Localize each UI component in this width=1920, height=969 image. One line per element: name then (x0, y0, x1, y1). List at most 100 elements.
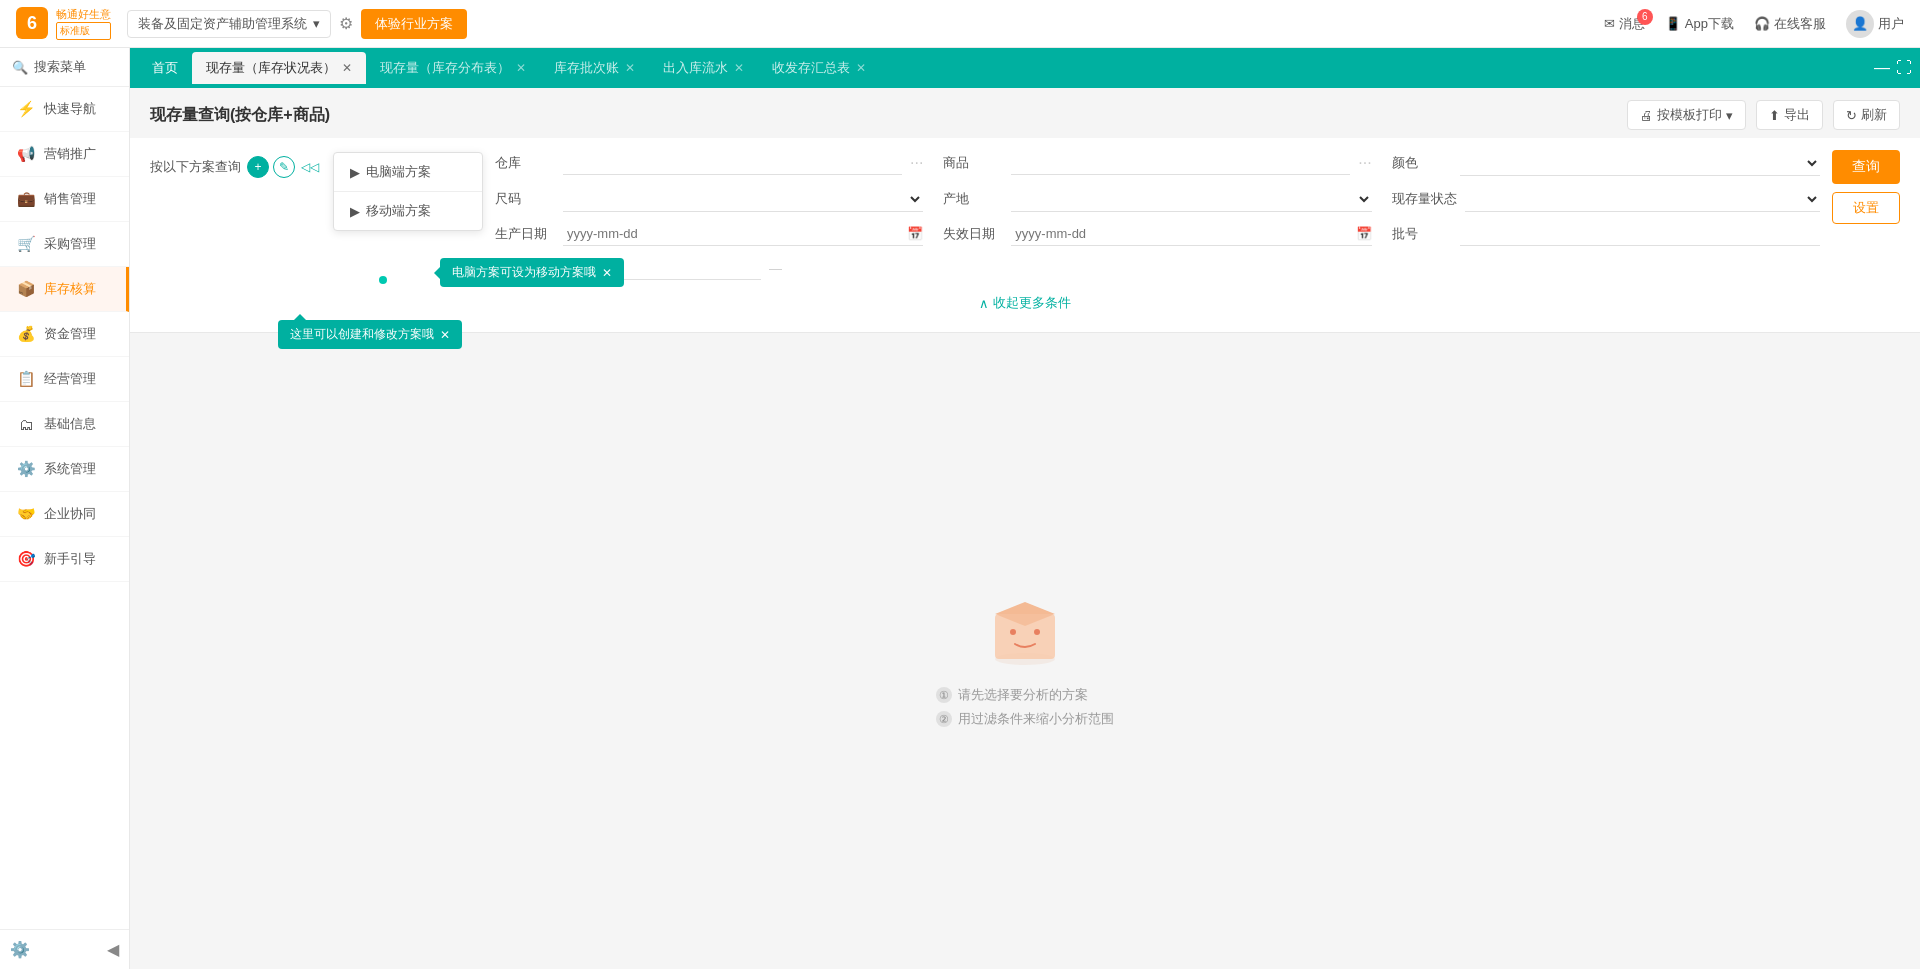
sidebar-item-sales[interactable]: 💼 销售管理 (0, 177, 129, 222)
tab-controls: — ⛶ (1874, 59, 1912, 77)
tab-inout-flow[interactable]: 出入库流水 ✕ (649, 52, 758, 84)
system-selector[interactable]: 装备及固定资产辅助管理系统 ▾ (127, 10, 331, 38)
expire-date-calendar-icon[interactable]: 📅 (1356, 226, 1372, 241)
warehouse-dots[interactable]: ··· (910, 154, 923, 172)
tab-summary[interactable]: 收发存汇总表 ✕ (758, 52, 880, 84)
chevron-down-icon: ▾ (1726, 108, 1733, 123)
inventory-status-field: 现存量状态 (1392, 186, 1820, 212)
scheme-selector-area: 按以下方案查询 + ✎ ◁◁ (150, 150, 321, 178)
sidebar-nav: ⚡ 快速导航 📢 营销推广 💼 销售管理 🛒 采购管理 📦 库存核算 (0, 87, 129, 929)
produce-date-input[interactable] (563, 222, 907, 245)
tab-inventory-dist[interactable]: 现存量（库存分布表） ✕ (366, 52, 540, 84)
tooltip-scheme-close[interactable]: ✕ (440, 328, 450, 342)
tab-inventory-status[interactable]: 现存量（库存状况表） ✕ (192, 52, 366, 84)
tab-summary-label: 收发存汇总表 (772, 59, 850, 77)
tab-batch[interactable]: 库存批次账 ✕ (540, 52, 649, 84)
color-select[interactable] (1460, 150, 1820, 176)
collapse-button[interactable]: ∧ 收起更多条件 (979, 294, 1071, 312)
inventory-status-label: 现存量状态 (1392, 190, 1457, 208)
settings-button[interactable]: 设置 (1832, 192, 1900, 224)
size-select[interactable] (563, 186, 923, 212)
sidebar-settings-button[interactable]: ⚙️ (10, 940, 30, 959)
origin-label: 产地 (943, 190, 1003, 208)
empty-state: ① 请先选择要分析的方案 ② 用过滤条件来缩小分析范围 (130, 333, 1920, 969)
tooltip-add-close[interactable]: ✕ (602, 266, 612, 280)
header-right: ✉ 消息 6 📱 App下载 🎧 在线客服 👤 用户 (1604, 10, 1904, 38)
marketing-icon: 📢 (16, 144, 36, 164)
tab-summary-close[interactable]: ✕ (856, 61, 866, 75)
back-scheme-button[interactable]: ◁◁ (299, 156, 321, 178)
message-item[interactable]: ✉ 消息 6 (1604, 15, 1645, 33)
produce-date-field: 生产日期 📅 (495, 222, 923, 246)
expire-date-label: 失效日期 (943, 225, 1003, 243)
scheme-item-desktop[interactable]: ▶ 电脑端方案 (334, 157, 482, 187)
produce-date-calendar-icon[interactable]: 📅 (907, 226, 923, 241)
operation-icon: 📋 (16, 369, 36, 389)
tab-maximize-button[interactable]: ⛶ (1896, 59, 1912, 77)
guide-icon: 🎯 (16, 549, 36, 569)
sidebar-item-inventory-label: 库存核算 (44, 280, 96, 298)
tab-home[interactable]: 首页 (138, 52, 192, 84)
user-item[interactable]: 👤 用户 (1846, 10, 1904, 38)
empty-tips: ① 请先选择要分析的方案 ② 用过滤条件来缩小分析范围 (936, 686, 1114, 728)
sidebar-item-enterprise[interactable]: 🤝 企业协同 (0, 492, 129, 537)
scheme-item-mobile[interactable]: ▶ 移动端方案 (334, 196, 482, 226)
sidebar-item-finance-label: 资金管理 (44, 325, 96, 343)
sidebar-item-guide[interactable]: 🎯 新手引导 (0, 537, 129, 582)
purchase-icon: 🛒 (16, 234, 36, 254)
top-header: 6 畅通好生意 标准版 装备及固定资产辅助管理系统 ▾ ⚙ 体验行业方案 ✉ 消… (0, 0, 1920, 48)
tab-inventory-status-close[interactable]: ✕ (342, 61, 352, 75)
goods-dots[interactable]: ··· (1358, 154, 1371, 172)
online-service-item[interactable]: 🎧 在线客服 (1754, 15, 1826, 33)
warehouse-input[interactable] (563, 151, 902, 175)
sidebar-item-system-label: 系统管理 (44, 460, 96, 478)
color-label: 颜色 (1392, 154, 1452, 172)
refresh-button[interactable]: ↻ 刷新 (1833, 100, 1900, 130)
system-icon: ⚙️ (16, 459, 36, 479)
app-container: 6 畅通好生意 标准版 装备及固定资产辅助管理系统 ▾ ⚙ 体验行业方案 ✉ 消… (0, 0, 1920, 969)
tooltip-add-text: 电脑方案可设为移动方案哦 (452, 264, 596, 281)
sidebar-item-basic[interactable]: 🗂 基础信息 (0, 402, 129, 447)
export-icon: ⬆ (1769, 108, 1780, 123)
edit-scheme-button[interactable]: ✎ (273, 156, 295, 178)
scheme-edit-tooltip: 这里可以创建和修改方案哦 ✕ (278, 320, 462, 349)
export-button[interactable]: ⬆ 导出 (1756, 100, 1823, 130)
inventory-dash: — (769, 261, 782, 276)
sidebar-item-system[interactable]: ⚙️ 系统管理 (0, 447, 129, 492)
tab-inout-flow-close[interactable]: ✕ (734, 61, 744, 75)
size-label: 尺码 (495, 190, 555, 208)
template-print-button[interactable]: 🖨 按模板打印 ▾ (1627, 100, 1746, 130)
sidebar-item-guide-label: 新手引导 (44, 550, 96, 568)
empty-illustration (975, 574, 1075, 674)
sidebar-item-quick-nav[interactable]: ⚡ 快速导航 (0, 87, 129, 132)
add-scheme-button[interactable]: + (247, 156, 269, 178)
sidebar-item-operation[interactable]: 📋 经营管理 (0, 357, 129, 402)
sidebar-item-search[interactable]: 🔍 搜索菜单 (0, 48, 129, 87)
page-header: 现存量查询(按仓库+商品) 🖨 按模板打印 ▾ ⬆ 导出 ↻ 刷新 (130, 88, 1920, 138)
sidebar-collapse-button[interactable]: ◀ (107, 940, 119, 959)
origin-select[interactable] (1011, 186, 1371, 212)
page-title: 现存量查询(按仓库+商品) (150, 105, 330, 126)
refresh-label: 刷新 (1861, 106, 1887, 124)
tab-inventory-dist-close[interactable]: ✕ (516, 61, 526, 75)
scheme-mobile-arrow: ▶ (350, 204, 360, 219)
empty-tip-2: ② 用过滤条件来缩小分析范围 (936, 710, 1114, 728)
goods-input[interactable] (1011, 151, 1350, 175)
query-section: 查询 设置 (1832, 150, 1900, 224)
filter-fields-area: 仓库 ··· 商品 ··· (495, 150, 1820, 286)
batch-no-input[interactable] (1460, 222, 1820, 246)
sidebar-item-inventory[interactable]: 📦 库存核算 (0, 267, 129, 312)
query-button[interactable]: 查询 (1832, 150, 1900, 184)
inventory-status-select[interactable] (1465, 186, 1820, 212)
tab-batch-close[interactable]: ✕ (625, 61, 635, 75)
app-download-item[interactable]: 📱 App下载 (1665, 15, 1734, 33)
sidebar-item-purchase[interactable]: 🛒 采购管理 (0, 222, 129, 267)
expire-date-input[interactable] (1011, 222, 1355, 245)
experience-button[interactable]: 体验行业方案 (361, 9, 467, 39)
sidebar-item-marketing[interactable]: 📢 营销推广 (0, 132, 129, 177)
gear-button[interactable]: ⚙ (331, 9, 361, 39)
sidebar-item-finance[interactable]: 💰 资金管理 (0, 312, 129, 357)
tooltip-scheme-text: 这里可以创建和修改方案哦 (290, 326, 434, 343)
inventory-icon: 📦 (16, 279, 36, 299)
tab-minimize-button[interactable]: — (1874, 59, 1890, 77)
